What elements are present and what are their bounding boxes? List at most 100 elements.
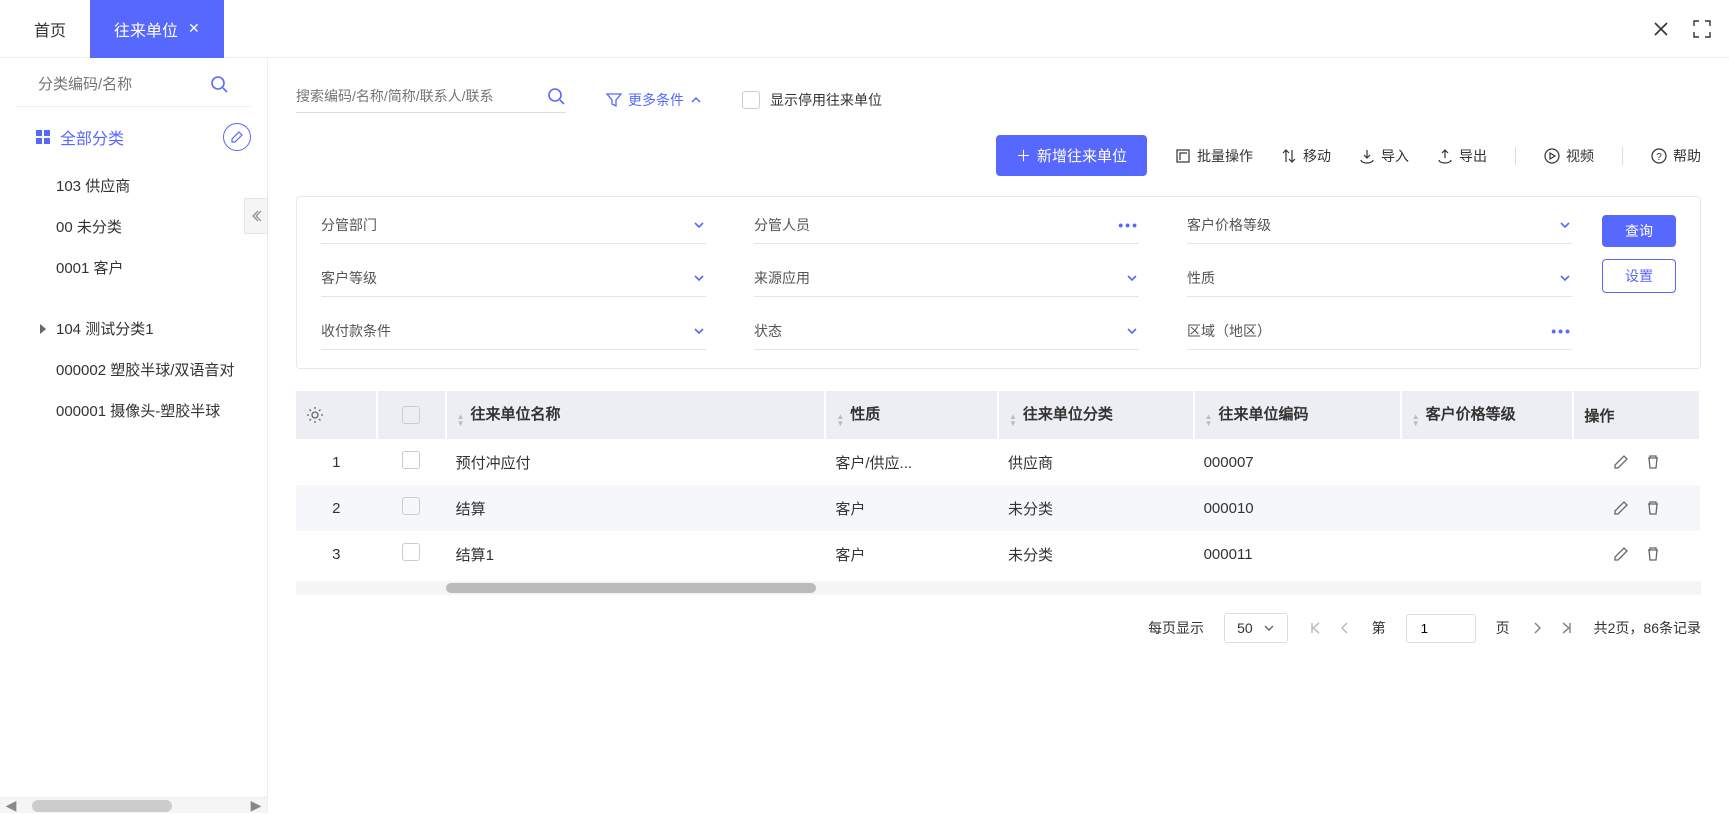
add-contact-button[interactable]: ＋ 新增往来单位 xyxy=(996,135,1147,176)
col-name[interactable]: ▲▼往来单位名称 xyxy=(446,391,826,439)
tree-item-label: 104 测试分类1 xyxy=(56,321,154,338)
select-all-checkbox[interactable] xyxy=(402,406,420,424)
tab-contacts[interactable]: 往来单位 ✕ xyxy=(90,0,224,58)
filter-label: 客户价格等级 xyxy=(1187,215,1297,235)
scroll-left-icon[interactable]: ◀ xyxy=(6,801,16,811)
cell-price-level xyxy=(1401,485,1574,531)
move-button[interactable]: 移动 xyxy=(1281,146,1331,166)
filter-price-level[interactable]: 客户价格等级 xyxy=(1187,215,1572,244)
help-button[interactable]: ?帮助 xyxy=(1651,146,1701,166)
filter-source-app[interactable]: 来源应用 xyxy=(754,268,1139,297)
sidebar-hscroll[interactable]: ◀ ▶ xyxy=(0,797,267,813)
tab-contacts-label: 往来单位 xyxy=(114,17,178,41)
import-icon xyxy=(1359,148,1375,164)
window-close-icon[interactable] xyxy=(1651,19,1671,39)
edit-row-button[interactable] xyxy=(1613,546,1629,562)
col-code[interactable]: ▲▼往来单位编码 xyxy=(1194,391,1401,439)
grid-icon xyxy=(36,130,50,144)
edit-row-button[interactable] xyxy=(1613,454,1629,470)
row-index: 1 xyxy=(296,439,377,485)
pager-summary: 共2页，86条记录 xyxy=(1594,618,1701,638)
col-settings[interactable] xyxy=(296,391,377,439)
header-label: 客户价格等级 xyxy=(1426,406,1516,423)
filter-department[interactable]: 分管部门 xyxy=(321,215,706,244)
filter-status[interactable]: 状态 xyxy=(754,321,1139,350)
edit-row-button[interactable] xyxy=(1613,500,1629,516)
prev-page-button[interactable] xyxy=(1338,621,1352,635)
expand-icon[interactable] xyxy=(40,324,46,334)
fullscreen-icon[interactable] xyxy=(1693,20,1711,38)
col-category[interactable]: ▲▼往来单位分类 xyxy=(998,391,1194,439)
filter-person[interactable]: 分管人员••• xyxy=(754,215,1139,244)
search-icon[interactable] xyxy=(546,86,566,106)
scroll-thumb[interactable] xyxy=(446,583,816,593)
table-row[interactable]: 1预付冲应付客户/供应...供应商000007 xyxy=(296,439,1700,485)
search-icon[interactable] xyxy=(209,74,229,94)
delete-row-button[interactable] xyxy=(1645,546,1661,562)
row-checkbox[interactable] xyxy=(402,451,420,469)
tree-item[interactable]: 000002 塑胶半球/双语音对 xyxy=(8,349,267,390)
col-checkbox xyxy=(377,391,446,439)
table-row[interactable]: 3结算1客户未分类000011 xyxy=(296,531,1700,577)
pager: 每页显示 50 第 页 共2页，86条记录 xyxy=(296,595,1701,661)
tab-home[interactable]: 首页 xyxy=(10,0,90,58)
batch-button[interactable]: 批量操作 xyxy=(1175,146,1253,166)
chevron-down-icon xyxy=(1125,324,1139,338)
edit-categories-button[interactable] xyxy=(223,123,251,151)
cell-nature: 客户/供应... xyxy=(825,439,998,485)
tree-item[interactable] xyxy=(8,288,267,308)
page-input[interactable] xyxy=(1406,614,1476,643)
cell-code: 000010 xyxy=(1194,485,1401,531)
scroll-thumb[interactable] xyxy=(32,800,172,812)
tree-item[interactable]: 104 测试分类1 xyxy=(8,308,267,349)
filter-payment-terms[interactable]: 收付款条件 xyxy=(321,321,706,350)
table-row[interactable]: 2结算客户未分类000010 xyxy=(296,485,1700,531)
move-icon xyxy=(1281,148,1297,164)
tree-item[interactable]: 0001 客户 xyxy=(8,247,267,288)
close-icon[interactable]: ✕ xyxy=(188,20,200,37)
scroll-right-icon[interactable]: ▶ xyxy=(251,801,261,811)
tree-item[interactable]: 00 未分类 xyxy=(8,206,267,247)
table-hscroll[interactable] xyxy=(296,581,1701,595)
tree-item[interactable]: 103 供应商 xyxy=(8,165,267,206)
cell-name: 结算1 xyxy=(446,531,826,577)
query-button[interactable]: 查询 xyxy=(1602,215,1676,247)
col-price-level[interactable]: ▲▼ 客户价格等级 xyxy=(1401,391,1574,439)
cell-name: 预付冲应付 xyxy=(446,439,826,485)
more-conditions-toggle[interactable]: 更多条件 xyxy=(606,90,702,110)
per-page-select[interactable]: 50 xyxy=(1224,613,1288,643)
all-categories[interactable]: 全部分类 xyxy=(0,123,267,165)
first-page-button[interactable] xyxy=(1308,621,1322,635)
collapse-sidebar-button[interactable] xyxy=(244,198,268,234)
row-index: 3 xyxy=(296,531,377,577)
sort-icon: ▲▼ xyxy=(1412,413,1420,427)
search-input[interactable] xyxy=(296,88,546,104)
divider xyxy=(1515,147,1516,165)
delete-row-button[interactable] xyxy=(1645,500,1661,516)
import-button[interactable]: 导入 xyxy=(1359,146,1409,166)
row-checkbox[interactable] xyxy=(402,497,420,515)
tree-item[interactable]: 000001 摄像头-塑胶半球 xyxy=(8,390,267,431)
filter-nature[interactable]: 性质 xyxy=(1187,268,1572,297)
row-index: 2 xyxy=(296,485,377,531)
delete-row-button[interactable] xyxy=(1645,454,1661,470)
category-tree: 103 供应商 00 未分类 0001 客户 104 测试分类1 000002 … xyxy=(0,165,267,797)
show-disabled-toggle[interactable]: 显示停用往来单位 xyxy=(742,90,882,110)
row-checkbox[interactable] xyxy=(402,543,420,561)
category-search-input[interactable] xyxy=(38,76,209,93)
checkbox[interactable] xyxy=(742,91,760,109)
col-nature[interactable]: ▲▼性质 xyxy=(825,391,998,439)
next-page-button[interactable] xyxy=(1530,621,1544,635)
video-button[interactable]: 视频 xyxy=(1544,146,1594,166)
last-page-button[interactable] xyxy=(1560,621,1574,635)
chevron-down-icon xyxy=(692,271,706,285)
gear-icon xyxy=(306,406,324,424)
per-page-value: 50 xyxy=(1237,620,1253,636)
svg-text:?: ? xyxy=(1656,152,1662,163)
export-button[interactable]: 导出 xyxy=(1437,146,1487,166)
filter-customer-level[interactable]: 客户等级 xyxy=(321,268,706,297)
filter-region[interactable]: 区域（地区）••• xyxy=(1187,321,1572,350)
settings-button[interactable]: 设置 xyxy=(1602,259,1676,293)
filter-label: 收付款条件 xyxy=(321,321,431,341)
filter-label: 来源应用 xyxy=(754,268,864,288)
